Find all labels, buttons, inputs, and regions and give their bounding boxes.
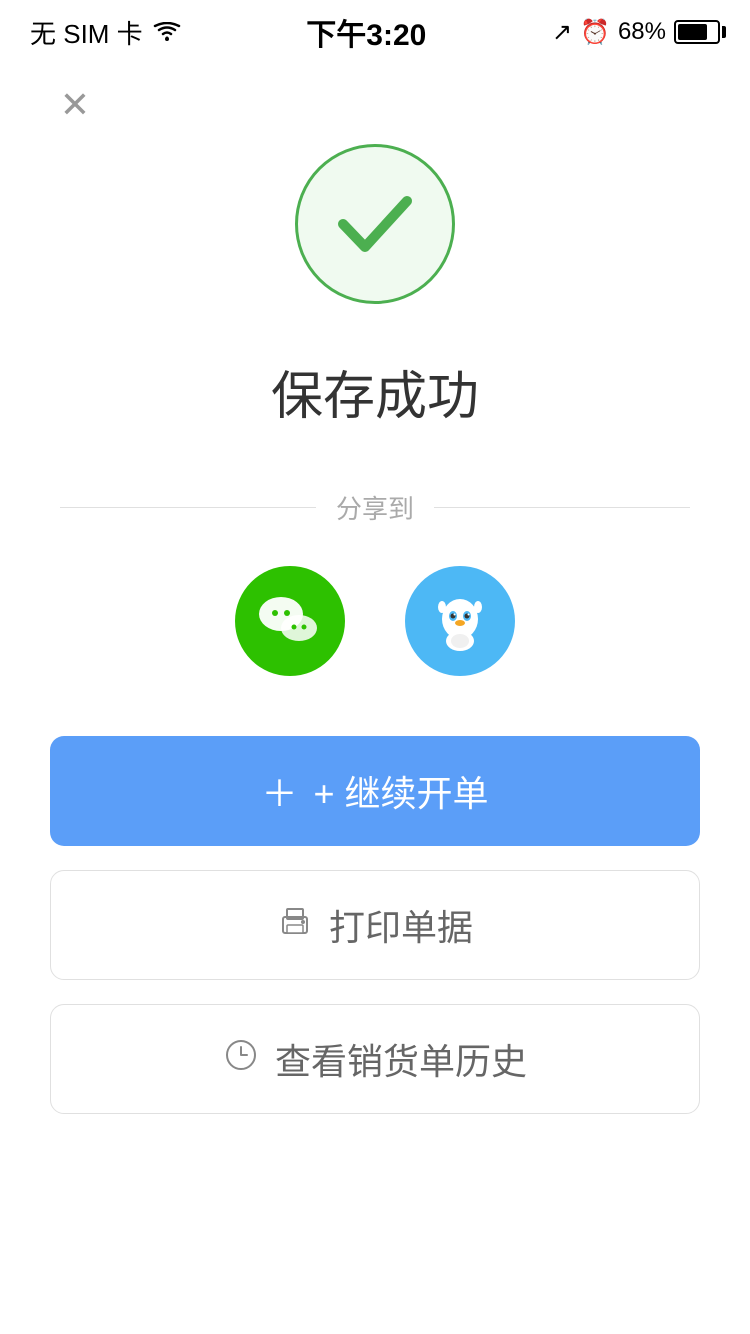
status-bar: 无 SIM 卡 下午3:20 ↗ ⏰ 68% [0, 0, 750, 64]
divider-right [434, 507, 690, 508]
battery-icon [674, 20, 720, 44]
share-divider: 分享到 [0, 489, 750, 526]
share-section: 分享到 [0, 489, 750, 676]
success-title: 保存成功 [271, 354, 479, 429]
wifi-icon [153, 22, 181, 42]
success-circle [295, 144, 455, 304]
history-button[interactable]: 查看销货单历史 [50, 1004, 700, 1114]
plus-icon: ＋ [261, 765, 297, 817]
location-icon: ↗ [552, 18, 572, 47]
status-right: ↗ ⏰ 68% [552, 18, 720, 47]
share-label: 分享到 [316, 489, 434, 526]
time-display: 下午3:20 [306, 10, 426, 54]
wechat-share-button[interactable] [235, 566, 345, 676]
print-button[interactable]: 打印单据 [50, 870, 700, 980]
printer-icon [277, 903, 313, 948]
carrier-text: 无 SIM 卡 [30, 14, 143, 51]
carrier-wifi: 无 SIM 卡 [30, 14, 181, 51]
history-icon [223, 1037, 259, 1082]
continue-order-label: + 继续开单 [313, 765, 488, 817]
continue-order-button[interactable]: ＋ + 继续开单 [50, 736, 700, 846]
checkmark-icon [335, 189, 415, 259]
print-label: 打印单据 [329, 899, 473, 951]
alarm-icon: ⏰ [580, 18, 610, 47]
wechat-icon [255, 586, 325, 656]
divider-left [60, 507, 316, 508]
main-content: 保存成功 分享到 [0, 64, 750, 1114]
battery-percent: 68% [618, 18, 666, 46]
qq-icon [428, 589, 493, 654]
qq-share-button[interactable] [405, 566, 515, 676]
close-icon: ✕ [60, 84, 90, 126]
close-button[interactable]: ✕ [50, 80, 100, 130]
share-icons [235, 566, 515, 676]
history-label: 查看销货单历史 [275, 1033, 527, 1085]
action-buttons: ＋ + 继续开单 打印单据 查看销货单历史 [0, 736, 750, 1114]
